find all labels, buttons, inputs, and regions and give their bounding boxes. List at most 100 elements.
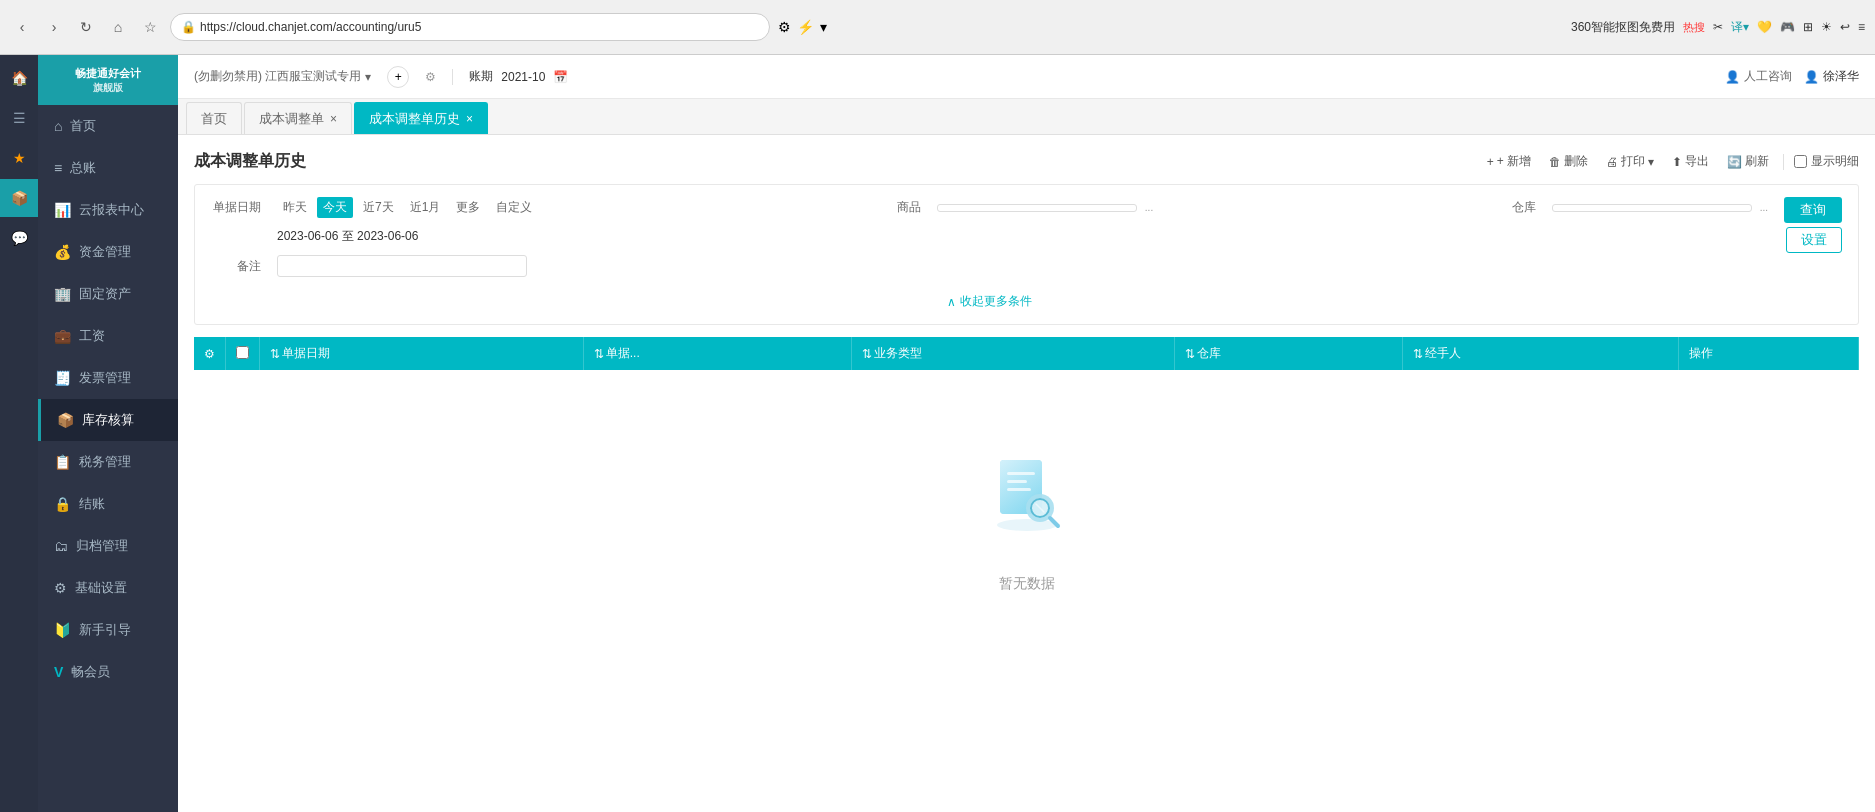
tab-cost-adjust-history[interactable]: 成本调整单历史 × [354, 102, 488, 134]
export-button[interactable]: ⬆ 导出 [1668, 151, 1713, 172]
last7-btn[interactable]: 近7天 [357, 197, 400, 218]
icon-sidebar-active[interactable]: 📦 [0, 179, 38, 217]
icon-sidebar-home[interactable]: 🏠 [0, 59, 38, 97]
address-bar[interactable]: 🔒 https://cloud.chanjet.com/accounting/u… [170, 13, 770, 41]
sidebar-label-funds: 资金管理 [79, 243, 131, 261]
setting-button[interactable]: 设置 [1786, 227, 1842, 253]
refresh-button[interactable]: 🔄 刷新 [1723, 151, 1773, 172]
sidebar-item-ledger[interactable]: ≡ 总账 [38, 147, 178, 189]
funds-icon: 💰 [54, 244, 71, 260]
app-container: 🏠 ☰ ★ 📦 💬 畅捷通好会计 旗舰版 ⌂ 首页 ≡ 总账 📊 云报表中心 [0, 55, 1875, 812]
th-operator-sort: ⇅ 经手人 [1413, 345, 1461, 362]
today-btn[interactable]: 今天 [317, 197, 353, 218]
sidebar-item-assets[interactable]: 🏢 固定资产 [38, 273, 178, 315]
display-checkbox[interactable] [1794, 155, 1807, 168]
sidebar-label-tax: 税务管理 [79, 453, 131, 471]
service-button[interactable]: 👤 人工咨询 [1725, 68, 1792, 85]
empty-text: 暂无数据 [999, 575, 1055, 593]
sidebar-label-archive: 归档管理 [76, 537, 128, 555]
notes-input[interactable] [277, 255, 527, 277]
th-biztype-label: 业务类型 [874, 345, 922, 362]
svg-rect-4 [1007, 480, 1027, 483]
user-info[interactable]: 👤 徐泽华 [1804, 68, 1859, 85]
logo-sub: 旗舰版 [75, 81, 141, 95]
display-label: 显示明细 [1811, 153, 1859, 170]
display-toggle[interactable]: 显示明细 [1794, 153, 1859, 170]
account-selector[interactable]: (勿删勿禁用) 江西服宝测试专用 ▾ [194, 68, 371, 85]
sidebar-item-settings[interactable]: ⚙ 基础设置 [38, 567, 178, 609]
sidebar-item-tax[interactable]: 📋 税务管理 [38, 441, 178, 483]
sidebar-item-archive[interactable]: 🗂 归档管理 [38, 525, 178, 567]
delete-button[interactable]: 🗑 删除 [1545, 151, 1592, 172]
sidebar-item-vip[interactable]: V 畅会员 [38, 651, 178, 693]
sort-icon-biztype: ⇅ [862, 347, 872, 361]
th-warehouse-label: 仓库 [1197, 345, 1221, 362]
table-header-row: ⚙ ⇅ 单据日期 ⇅ [194, 337, 1859, 370]
sidebar-item-funds[interactable]: 💰 资金管理 [38, 231, 178, 273]
content-header: (勿删勿禁用) 江西服宝测试专用 ▾ + ⚙ 账期 2021-10 📅 👤 人工… [178, 55, 1875, 99]
period-value: 2021-10 [501, 70, 545, 84]
icon-sidebar-star[interactable]: ★ [0, 139, 38, 177]
th-gear[interactable]: ⚙ [194, 337, 226, 370]
tab-home[interactable]: 首页 [186, 102, 242, 134]
new-label: + 新增 [1497, 153, 1531, 170]
date-to: 2023-06-06 [357, 229, 418, 243]
notes-filter-label: 备注 [211, 258, 261, 275]
home-button[interactable]: ⌂ [106, 15, 130, 39]
sidebar-item-invoices[interactable]: 🧾 发票管理 [38, 357, 178, 399]
tab-cost-adjust-close[interactable]: × [330, 112, 337, 126]
bookmark-button[interactable]: ☆ [138, 15, 162, 39]
tab-cost-adjust[interactable]: 成本调整单 × [244, 102, 352, 134]
goods-select[interactable]: ... [937, 202, 1153, 213]
period-selector[interactable]: 账期 2021-10 📅 [469, 68, 568, 85]
select-all-checkbox[interactable] [236, 346, 249, 359]
add-account-button[interactable]: + [387, 66, 409, 88]
refresh-button[interactable]: ↻ [74, 15, 98, 39]
new-button[interactable]: + + 新增 [1483, 151, 1535, 172]
search-label: 360智能抠图免费用 [1571, 19, 1675, 36]
th-operator[interactable]: ⇅ 经手人 [1403, 337, 1679, 370]
empty-state: 暂无数据 [194, 370, 1859, 673]
sidebar-item-guide[interactable]: 🔰 新手引导 [38, 609, 178, 651]
last-month-btn[interactable]: 近1月 [404, 197, 447, 218]
dropdown-icon: ▾ [365, 70, 371, 84]
goods-select-box[interactable] [937, 204, 1137, 212]
th-checkbox[interactable] [226, 337, 260, 370]
th-number[interactable]: ⇅ 单据... [583, 337, 851, 370]
date-filter-label: 单据日期 [211, 199, 261, 216]
sidebar-item-home[interactable]: ⌂ 首页 [38, 105, 178, 147]
icon-sidebar-msg[interactable]: 💬 [0, 219, 38, 257]
th-warehouse[interactable]: ⇅ 仓库 [1175, 337, 1403, 370]
sidebar-item-inventory[interactable]: 📦 库存核算 [38, 399, 178, 441]
user-label: 徐泽华 [1823, 68, 1859, 85]
user-avatar-icon: 👤 [1804, 70, 1819, 84]
more-btn[interactable]: 更多 [450, 197, 486, 218]
warehouse-more-icon[interactable]: ... [1760, 202, 1768, 213]
filter-row-1: 单据日期 昨天 今天 近7天 近1月 更多 自定义 商品 [211, 197, 1768, 218]
settings-gear-icon[interactable]: ⚙ [425, 70, 436, 84]
sidebar-item-payroll[interactable]: 💼 工资 [38, 315, 178, 357]
custom-btn[interactable]: 自定义 [490, 197, 538, 218]
print-button[interactable]: 🖨 打印 ▾ [1602, 151, 1658, 172]
yesterday-btn[interactable]: 昨天 [277, 197, 313, 218]
date-from: 2023-06-06 [277, 229, 338, 243]
warehouse-filter-label: 仓库 [1486, 199, 1536, 216]
sidebar-item-closing[interactable]: 🔒 结账 [38, 483, 178, 525]
tax-icon: 📋 [54, 454, 71, 470]
icon-sidebar-nav[interactable]: ☰ [0, 99, 38, 137]
goods-more-icon[interactable]: ... [1145, 202, 1153, 213]
divider-1 [452, 69, 453, 85]
back-button[interactable]: ‹ [10, 15, 34, 39]
query-button[interactable]: 查询 [1784, 197, 1842, 223]
warehouse-select[interactable]: ... [1552, 202, 1768, 213]
th-date[interactable]: ⇅ 单据日期 [260, 337, 584, 370]
th-number-label: 单据... [606, 345, 640, 362]
warehouse-select-box[interactable] [1552, 204, 1752, 212]
tab-cost-adjust-history-close[interactable]: × [466, 112, 473, 126]
browser-right: 360智能抠图免费用 热搜 ✂ 译▾ 💛 🎮 ⊞ ☀ ↩ ≡ [835, 19, 1865, 36]
th-biz-type[interactable]: ⇅ 业务类型 [851, 337, 1175, 370]
page-title: 成本调整单历史 [194, 151, 306, 172]
sidebar-item-reports[interactable]: 📊 云报表中心 [38, 189, 178, 231]
collapse-btn[interactable]: ∧ 收起更多条件 [211, 287, 1768, 312]
forward-button[interactable]: › [42, 15, 66, 39]
